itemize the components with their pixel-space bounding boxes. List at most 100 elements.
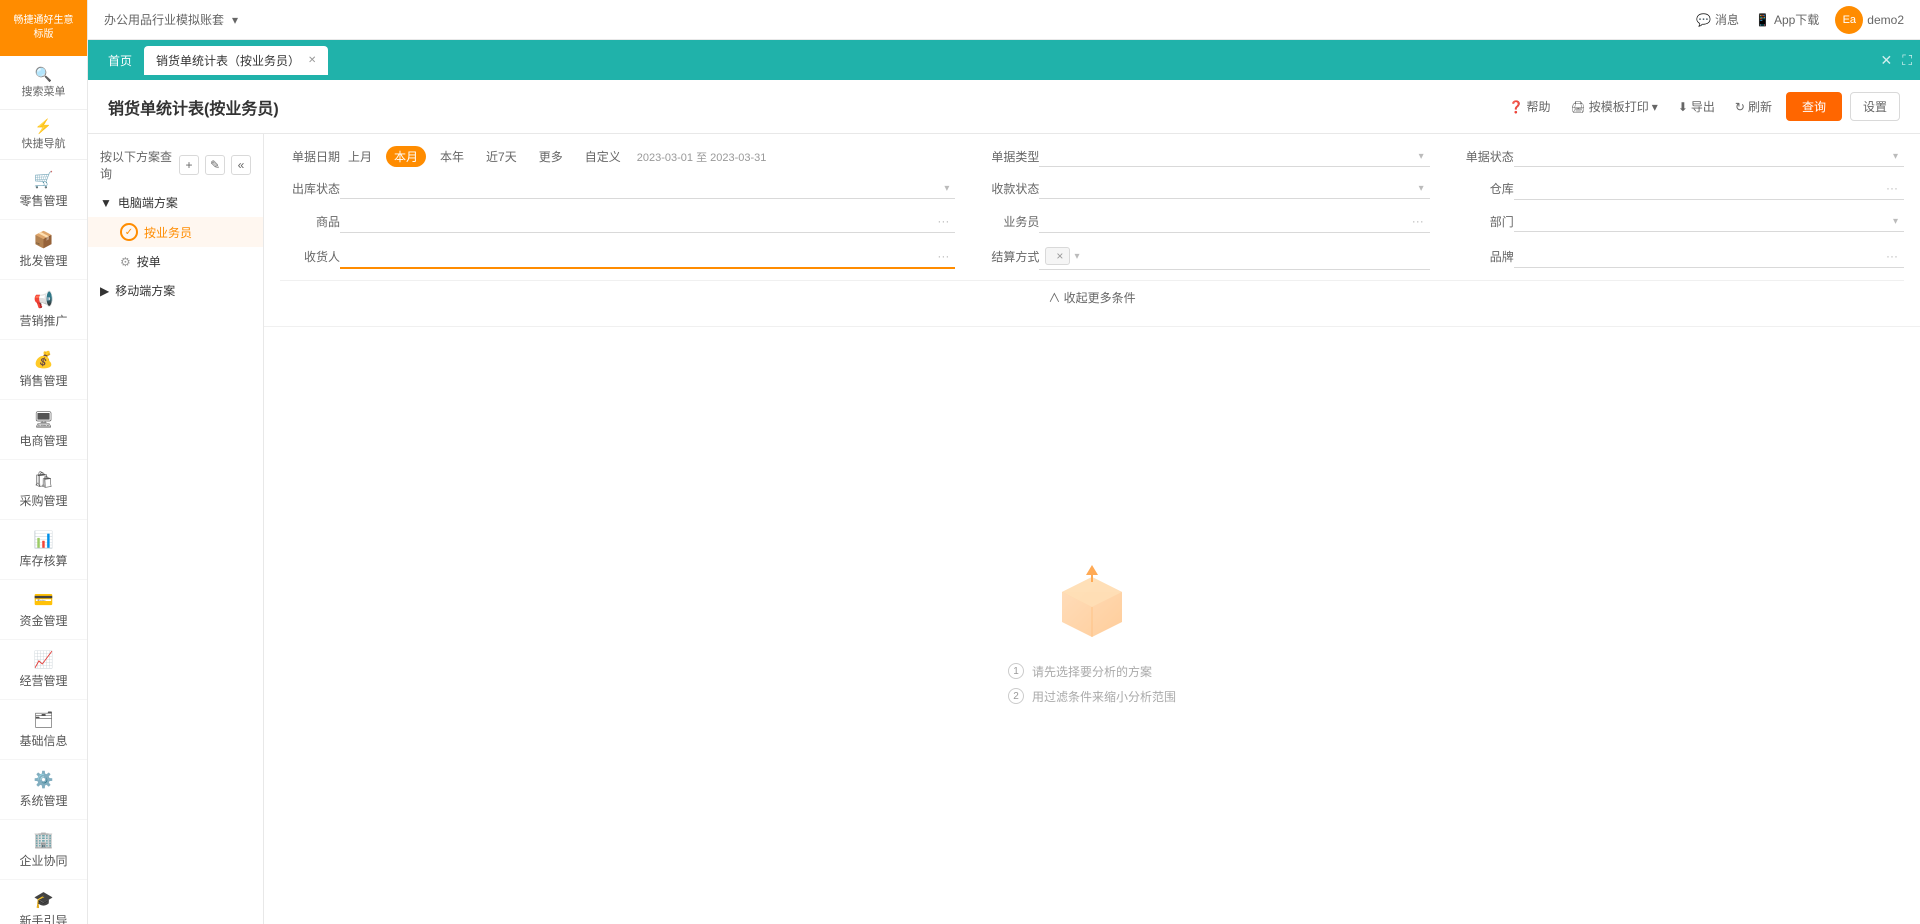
out-status-select[interactable]: ▾ xyxy=(340,179,955,199)
sidebar-item-operations[interactable]: 📈 经营管理 xyxy=(0,640,87,700)
date-label: 单据日期 xyxy=(280,148,340,165)
inventory-icon: 📊 xyxy=(4,530,83,550)
sidebar-nav: 🛒 零售管理 📦 批发管理 📢 营销推广 💰 销售管理 🖥 电商管理 🛍 采购管… xyxy=(0,160,87,924)
help-btn[interactable]: ❓ 帮助 xyxy=(1503,95,1557,118)
tree-desktop-group[interactable]: ▼ 电脑端方案 xyxy=(88,188,263,217)
filter-warehouse-col: 仓库 ··· xyxy=(1454,177,1904,200)
date-btn-last-7[interactable]: 近7天 xyxy=(478,146,525,167)
date-btn-custom[interactable]: 自定义 xyxy=(577,146,629,167)
goods-select[interactable]: ··· xyxy=(340,210,955,233)
sidebar-item-purchase[interactable]: 🛍 采购管理 xyxy=(0,460,87,520)
sidebar-search[interactable]: 🔍 搜索菜单 xyxy=(0,56,87,110)
hint-text-1: 请先选择要分析的方案 xyxy=(1032,663,1152,680)
date-range-display: 2023-03-01 至 2023-03-31 xyxy=(637,149,767,165)
marketing-icon: 📢 xyxy=(4,290,83,310)
tree-item-label-order: 按单 xyxy=(137,253,161,270)
operations-icon: 📈 xyxy=(4,650,83,670)
order-status-select[interactable]: ▾ xyxy=(1514,147,1904,167)
collapse-panel-btn[interactable]: « xyxy=(231,155,251,175)
user-avatar[interactable]: Ea demo2 xyxy=(1835,6,1904,34)
filter-row-4: 收货人 ··· 结算方式 × xyxy=(280,243,1904,270)
warehouse-dots-icon[interactable]: ··· xyxy=(1886,181,1898,195)
message-icon: 💬 xyxy=(1696,13,1711,27)
sidebar-item-wholesale[interactable]: 📦 批发管理 xyxy=(0,220,87,280)
settle-tag-close[interactable]: × xyxy=(1056,249,1063,263)
out-status-label: 出库状态 xyxy=(280,180,340,197)
maximize-window-icon[interactable]: ⛶ xyxy=(1902,52,1912,69)
receipt-status-select[interactable]: ▾ xyxy=(1039,179,1429,199)
tab-close-icon[interactable]: ✕ xyxy=(308,55,316,66)
app-download-btn[interactable]: 📱 App下载 xyxy=(1755,11,1819,28)
left-panel-header: 按以下方案查询 + ✎ « xyxy=(88,142,263,188)
tree-item-by-order[interactable]: ⚙ 按单 xyxy=(88,247,263,276)
sidebar-item-inventory[interactable]: 📊 库存核算 xyxy=(0,520,87,580)
sidebar-item-marketing[interactable]: 📢 营销推广 xyxy=(0,280,87,340)
print-arrow-icon: ▾ xyxy=(1652,100,1658,114)
help-icon: ❓ xyxy=(1509,100,1524,114)
header-actions: 💬 消息 📱 App下载 Ea demo2 xyxy=(1696,6,1904,34)
workspace-selector[interactable]: 办公用品行业模拟账套 ▾ xyxy=(104,11,238,28)
date-btn-this-year[interactable]: 本年 xyxy=(432,146,472,167)
query-button[interactable]: 查询 xyxy=(1786,92,1842,121)
avatar: Ea xyxy=(1835,6,1863,34)
tree-item-label-staff: 按业务员 xyxy=(144,224,192,241)
date-btn-last-month[interactable]: 上月 xyxy=(340,146,380,167)
sidebar-item-system[interactable]: ⚙️ 系统管理 xyxy=(0,760,87,820)
tree-mobile-group[interactable]: ▶ 移动端方案 xyxy=(88,276,263,305)
tree-expand-icon: ▼ xyxy=(100,196,112,210)
brand-dots-icon[interactable]: ··· xyxy=(1886,249,1898,263)
filter-order-type-col: 单据类型 ▾ xyxy=(979,147,1445,167)
brand-select[interactable]: ··· xyxy=(1514,245,1904,268)
order-type-label: 单据类型 xyxy=(979,148,1039,165)
sidebar-item-sales[interactable]: 💰 销售管理 xyxy=(0,340,87,400)
order-type-select[interactable]: ▾ xyxy=(1039,147,1429,167)
filter-goods-col: 商品 ··· xyxy=(280,210,971,233)
window-controls: ✕ ⛶ xyxy=(1880,52,1912,69)
print-btn[interactable]: 🖨 按模板打印 ▾ xyxy=(1565,95,1664,118)
staff-dots-icon[interactable]: ··· xyxy=(1412,214,1424,228)
refresh-btn[interactable]: ↻ 刷新 xyxy=(1729,95,1778,118)
export-btn[interactable]: ⬇ 导出 xyxy=(1672,95,1721,118)
content-area: 销货单统计表(按业务员) ❓ 帮助 🖨 按模板打印 ▾ ⬇ 导出 ↻ 刷新 xyxy=(88,80,1920,924)
sales-icon: 💰 xyxy=(4,350,83,370)
enterprise-icon: 🏢 xyxy=(4,830,83,850)
filter-staff-col: 业务员 ··· xyxy=(979,210,1445,233)
date-btn-this-month[interactable]: 本月 xyxy=(386,146,426,167)
hint-text-2: 用过滤条件来缩小分析范围 xyxy=(1032,688,1176,705)
print-icon: 🖨 xyxy=(1571,100,1586,114)
tree-item-by-staff[interactable]: ✓ 按业务员 xyxy=(88,217,263,247)
sidebar-item-retail[interactable]: 🛒 零售管理 xyxy=(0,160,87,220)
date-btn-more[interactable]: 更多 xyxy=(531,146,571,167)
staff-label: 业务员 xyxy=(979,213,1039,230)
settings-button[interactable]: 设置 xyxy=(1850,92,1900,121)
add-scheme-btn[interactable]: + xyxy=(179,155,199,175)
system-icon: ⚙️ xyxy=(4,770,83,790)
sidebar-item-finance[interactable]: 💳 资金管理 xyxy=(0,580,87,640)
receiver-dots-icon[interactable]: ··· xyxy=(937,249,949,263)
collapse-more-btn[interactable]: ∧ 收起更多条件 xyxy=(280,280,1904,314)
sidebar-item-ecommerce[interactable]: 🖥 电商管理 xyxy=(0,400,87,460)
wholesale-icon: 📦 xyxy=(4,230,83,250)
purchase-icon: 🛍 xyxy=(4,470,83,490)
sidebar-item-enterprise[interactable]: 🏢 企业协同 xyxy=(0,820,87,880)
sidebar-item-newbie[interactable]: 🎓 新手引导 xyxy=(0,880,87,924)
goods-dots-icon[interactable]: ··· xyxy=(937,214,949,228)
sidebar-shortcut[interactable]: ⚡ 快捷导航 xyxy=(0,110,87,160)
tab-home[interactable]: 首页 xyxy=(96,46,144,75)
warehouse-select[interactable]: ··· xyxy=(1514,177,1904,200)
edit-scheme-btn[interactable]: ✎ xyxy=(205,155,225,175)
tab-sales-stat[interactable]: 销货单统计表（按业务员） ✕ xyxy=(144,46,328,75)
dept-select[interactable]: ▾ xyxy=(1514,212,1904,232)
receiver-select[interactable]: ··· xyxy=(340,245,955,269)
dept-label: 部门 xyxy=(1454,213,1514,230)
main-area: 办公用品行业模拟账套 ▾ 💬 消息 📱 App下载 Ea demo2 首页 xyxy=(88,0,1920,924)
staff-select[interactable]: ··· xyxy=(1039,210,1429,233)
settle-input-area[interactable]: × ▾ xyxy=(1039,243,1429,270)
close-window-icon[interactable]: ✕ xyxy=(1880,52,1892,69)
workspace-arrow-icon: ▾ xyxy=(232,13,238,27)
message-btn[interactable]: 💬 消息 xyxy=(1696,11,1739,28)
hint-item-1: 1 请先选择要分析的方案 xyxy=(1008,663,1176,680)
app-logo: 畅捷通好生意 标版 xyxy=(0,0,87,56)
filter-out-status-col: 出库状态 ▾ xyxy=(280,179,971,199)
sidebar-item-basic[interactable]: 🗂 基础信息 xyxy=(0,700,87,760)
